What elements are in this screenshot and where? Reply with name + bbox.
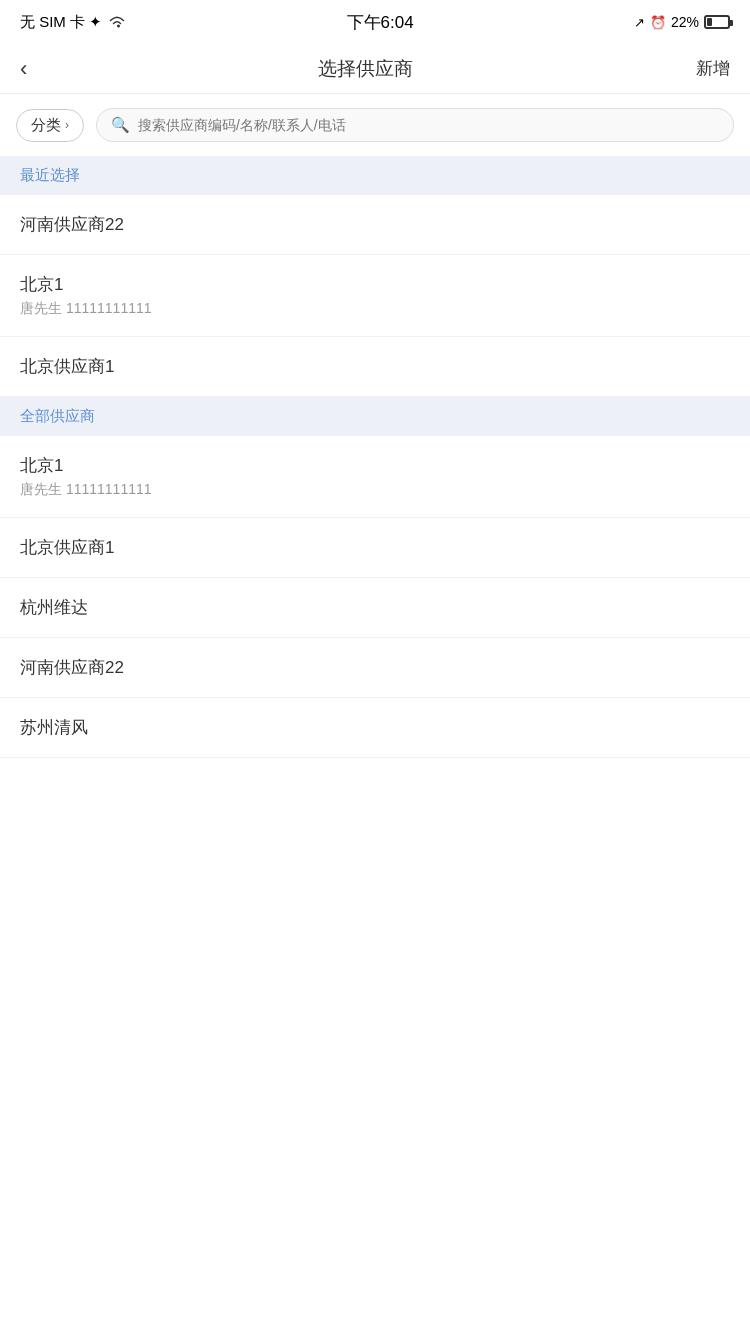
page-title: 选择供应商 — [318, 56, 413, 82]
item-name: 北京1 — [20, 454, 730, 477]
item-name: 北京供应商1 — [20, 355, 730, 378]
nav-bar: ‹ 选择供应商 新增 — [0, 44, 750, 94]
search-icon: 🔍 — [111, 116, 130, 134]
list-item[interactable]: 北京供应商1 — [0, 518, 750, 578]
item-name: 苏州清风 — [20, 716, 730, 739]
location-icon: ↗ — [634, 15, 645, 30]
list-item[interactable]: 河南供应商22 — [0, 195, 750, 255]
all-items-list: 北京1 唐先生 11111111111 北京供应商1 杭州维达 河南供应商22 … — [0, 436, 750, 758]
status-time: 下午6:04 — [347, 11, 414, 34]
wifi-icon — [108, 15, 126, 29]
list-item[interactable]: 北京供应商1 — [0, 337, 750, 397]
item-name: 北京1 — [20, 273, 730, 296]
all-section-header: 全部供应商 — [0, 397, 750, 436]
item-name: 杭州维达 — [20, 596, 730, 619]
item-name: 北京供应商1 — [20, 536, 730, 559]
item-name: 河南供应商22 — [20, 656, 730, 679]
filter-bar: 分类 › 🔍 — [0, 94, 750, 156]
status-left: 无 SIM 卡 ✦ — [20, 13, 126, 32]
list-item[interactable]: 北京1 唐先生 11111111111 — [0, 436, 750, 518]
add-button[interactable]: 新增 — [696, 57, 730, 80]
battery-percentage: 22% — [671, 14, 699, 30]
item-detail: 唐先生 11111111111 — [20, 481, 730, 499]
recent-items-list: 河南供应商22 北京1 唐先生 11111111111 北京供应商1 — [0, 195, 750, 397]
status-right: ↗ ⏰ 22% — [634, 14, 730, 30]
category-filter-button[interactable]: 分类 › — [16, 109, 84, 142]
sim-status: 无 SIM 卡 ✦ — [20, 13, 102, 32]
all-section-label: 全部供应商 — [20, 407, 95, 424]
alarm-icon: ⏰ — [650, 15, 666, 30]
list-item[interactable]: 北京1 唐先生 11111111111 — [0, 255, 750, 337]
chevron-right-icon: › — [65, 118, 69, 132]
list-item[interactable]: 苏州清风 — [0, 698, 750, 758]
list-item[interactable]: 杭州维达 — [0, 578, 750, 638]
search-bar[interactable]: 🔍 — [96, 108, 734, 142]
recent-section-label: 最近选择 — [20, 166, 80, 183]
item-name: 河南供应商22 — [20, 213, 730, 236]
item-detail: 唐先生 11111111111 — [20, 300, 730, 318]
back-button[interactable]: ‹ — [12, 48, 35, 90]
status-bar: 无 SIM 卡 ✦ 下午6:04 ↗ ⏰ 22% — [0, 0, 750, 44]
battery-icon — [704, 15, 730, 29]
search-input[interactable] — [138, 117, 719, 133]
list-item[interactable]: 河南供应商22 — [0, 638, 750, 698]
recent-section-header: 最近选择 — [0, 156, 750, 195]
category-label: 分类 — [31, 116, 61, 135]
